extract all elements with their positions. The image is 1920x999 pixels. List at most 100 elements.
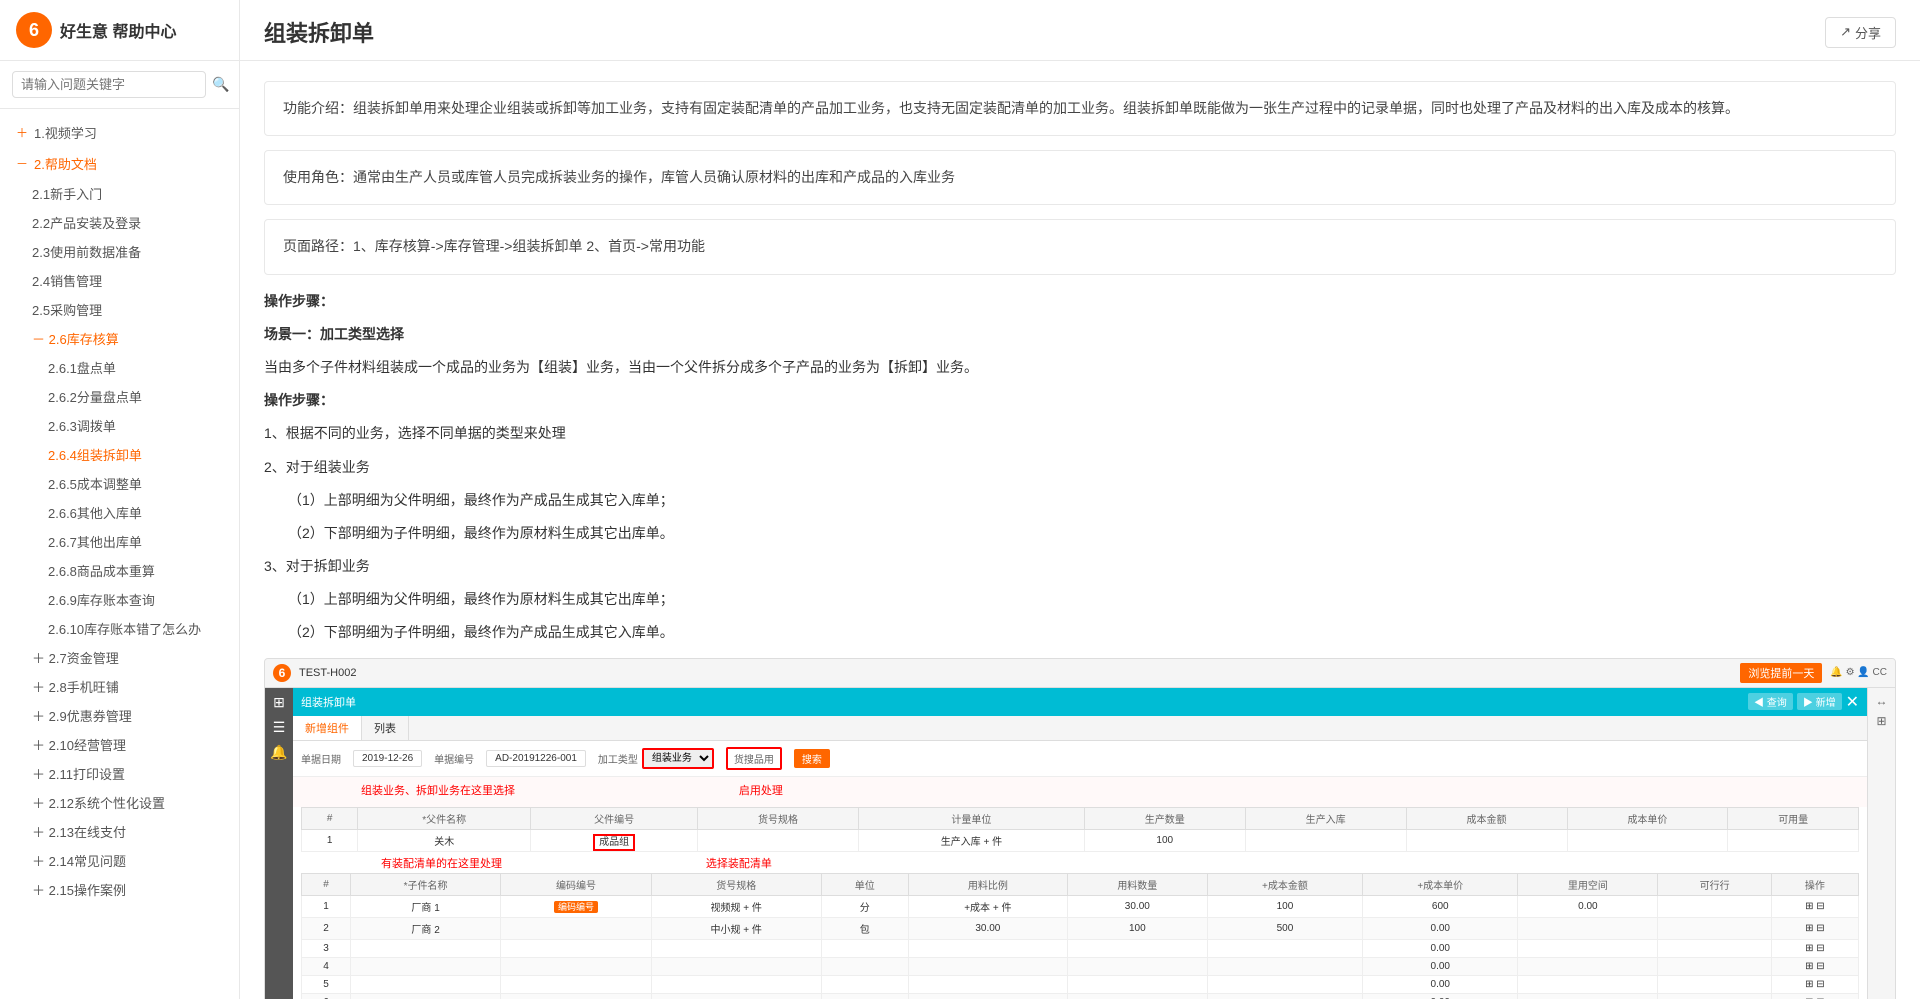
mock-close-icon[interactable]: ✕ <box>1846 692 1859 712</box>
mock-icon-list: ☰ <box>273 719 286 736</box>
sidebar-item-2.6.10[interactable]: 2.6.10库存账本错了怎么办 <box>0 614 239 643</box>
step2: 2、对于组装业务 <box>264 455 1896 480</box>
sidebar-item-2.6.2[interactable]: 2.6.2分量盘点单 <box>0 382 239 411</box>
sidebar-item-2.12[interactable]: ＋ 2.12系统个性化设置 <box>0 788 239 817</box>
nav-list: ＋ 1.视频学习 － 2.帮助文档 2.1新手入门 2.2产品安装及登录 2.3… <box>0 109 239 999</box>
annotation-enable: 启用处理 <box>739 785 783 797</box>
main-content: 功能介绍：组装拆卸单用来处理企业组装或拆卸等加工业务，支持有固定装配清单的产品加… <box>240 61 1920 999</box>
annotation-select: 选择装配清单 <box>706 858 772 870</box>
page-title: 组装拆卸单 <box>264 16 374 48</box>
mock-date-value: 2019-12-26 <box>353 750 422 767</box>
minus-icon-2.6: － <box>32 332 45 347</box>
mock-type-label: 加工类型 <box>598 751 638 766</box>
sidebar-item-2.15[interactable]: ＋ 2.15操作案例 <box>0 875 239 904</box>
step3-sub1: （1）上部明细为父件明细，最终作为原材料生成其它出库单； <box>264 587 1896 612</box>
sidebar-item-2.6.1[interactable]: 2.6.1盘点单 <box>0 353 239 382</box>
mock-form-row1: 单据日期 2019-12-26 单据编号 AD-20191226-001 加工类… <box>301 747 1859 770</box>
mock-th-unitcost: 成本单价 <box>1567 807 1728 829</box>
step2-sub2: （2）下部明细为子件明细，最终作为原材料生成其它出库单。 <box>264 521 1896 546</box>
mock-left-strip: ⊞ ☰ 🔔 <box>265 688 293 999</box>
sidebar-item-2.6.8[interactable]: 2.6.8商品成本重算 <box>0 556 239 585</box>
sidebar-item-2.10[interactable]: ＋ 2.10经营管理 <box>0 730 239 759</box>
plus-icon-2.14: ＋ <box>32 854 45 869</box>
mock-search-group: 货搜品用 <box>726 747 782 770</box>
sidebar-item-2.8[interactable]: ＋ 2.8手机旺铺 <box>0 672 239 701</box>
table-row: 1 厂商 1 编码编号 视频规 + 件 分 +成本 + 件 30.00 100 … <box>302 895 1859 917</box>
plus-icon-2.15: ＋ <box>32 883 45 898</box>
mock-code-value: AD-20191226-001 <box>486 750 586 767</box>
sidebar-item-2.2[interactable]: 2.2产品安装及登录 <box>0 208 239 237</box>
step1: 1、根据不同的业务，选择不同单据的类型来处理 <box>264 421 1896 446</box>
intro-block: 功能介绍：组装拆卸单用来处理企业组装或拆卸等加工业务，支持有固定装配清单的产品加… <box>264 81 1896 136</box>
mock-form-area: 单据日期 2019-12-26 单据编号 AD-20191226-001 加工类… <box>293 741 1867 777</box>
plus-icon-2.7: ＋ <box>32 651 45 666</box>
logo-icon: 6 <box>16 12 52 48</box>
sidebar-item-2.6.4[interactable]: 2.6.4组装拆卸单 <box>0 440 239 469</box>
mock-logo: 6 <box>273 664 291 682</box>
table-row: 3 0.00 ⊞ ⊟ <box>302 939 1859 957</box>
mock-icon-home: ⊞ <box>273 694 285 711</box>
plus-icon-2.11: ＋ <box>32 767 45 782</box>
mock-form-label-date: 单据日期 <box>301 751 341 766</box>
mock-tab-add[interactable]: 新增组件 <box>293 716 362 740</box>
mock-chrome-bar: 6 TEST-H002 浏览提前一天 🔔 ⚙ 👤 CC <box>265 659 1895 688</box>
sidebar-item-2.14[interactable]: ＋ 2.14常见问题 <box>0 846 239 875</box>
sidebar-item-2.5[interactable]: 2.5采购管理 <box>0 295 239 324</box>
mock-header-btn2: ▶ 新增 <box>1797 693 1842 710</box>
sidebar-item-2.6[interactable]: － 2.6库存核算 <box>0 324 239 353</box>
mock-type-select[interactable]: 组装业务 拆卸业务 <box>642 748 714 769</box>
sidebar-item-2.11[interactable]: ＋ 2.11打印设置 <box>0 759 239 788</box>
sidebar-item-2.6.7[interactable]: 2.6.7其他出库单 <box>0 527 239 556</box>
path-block: 页面路径：1、库存核算->库存管理->组装拆卸单 2、首页->常用功能 <box>264 219 1896 274</box>
steps-section: 操作步骤： 场景一：加工类型选择 当由多个子件材料组装成一个成品的业务为【组装】… <box>264 289 1896 646</box>
sidebar-item-2.6.9[interactable]: 2.6.9库存账本查询 <box>0 585 239 614</box>
mock-tabs: 新增组件 列表 <box>293 716 1867 741</box>
path-text: 页面路径：1、库存核算->库存管理->组装拆卸单 2、首页->常用功能 <box>283 238 705 254</box>
share-icon: ↗ <box>1840 24 1851 40</box>
mock-title: TEST-H002 <box>299 667 356 679</box>
plus-icon-2.10: ＋ <box>32 738 45 753</box>
mock-th-avail: 可用量 <box>1728 807 1859 829</box>
sidebar-item-2.3[interactable]: 2.3使用前数据准备 <box>0 237 239 266</box>
table-row: 5 0.00 ⊞ ⊟ <box>302 975 1859 993</box>
screenshot-container: 6 TEST-H002 浏览提前一天 🔔 ⚙ 👤 CC ⊞ ☰ 🔔 组装拆卸单 <box>264 658 1896 999</box>
sidebar-item-2.7[interactable]: ＋ 2.7资金管理 <box>0 643 239 672</box>
sidebar-item-2.13[interactable]: ＋ 2.13在线支付 <box>0 817 239 846</box>
sidebar-item-2.1[interactable]: 2.1新手入门 <box>0 179 239 208</box>
mock-th-name: *父件名称 <box>358 807 531 829</box>
mock-tab-list[interactable]: 列表 <box>362 716 409 740</box>
plus-icon-2.8: ＋ <box>32 680 45 695</box>
steps-label: 操作步骤： <box>264 392 334 408</box>
mock-lower-table: # *子件名称 编码编号 货号规格 单位 用料比例 用料数量 +成本金额 +成本… <box>301 873 1859 999</box>
sidebar: 6 好生意 帮助中心 🔍 ＋ 1.视频学习 － 2.帮助文档 2.1新手入门 2… <box>0 0 240 999</box>
sidebar-item-2.6.6[interactable]: 2.6.6其他入库单 <box>0 498 239 527</box>
sidebar-item-docs-label: 2.帮助文档 <box>34 154 97 173</box>
plus-icon-2.13: ＋ <box>32 825 45 840</box>
mock-th-seq: # <box>302 807 358 829</box>
sidebar-item-2.4[interactable]: 2.4销售管理 <box>0 266 239 295</box>
sidebar-item-video[interactable]: ＋ 1.视频学习 <box>0 117 239 148</box>
mock-search-btn[interactable]: 搜索 <box>794 749 830 768</box>
share-button[interactable]: ↗ 分享 <box>1825 17 1896 48</box>
search-icon[interactable]: 🔍 <box>212 76 229 93</box>
sidebar-item-2.6.3[interactable]: 2.6.3调拨单 <box>0 411 239 440</box>
mock-browse-btn[interactable]: 浏览提前一天 <box>1740 663 1822 683</box>
annotation-bom: 有装配清单的在这里处理 <box>381 858 502 870</box>
sidebar-item-2.6.5[interactable]: 2.6.5成本调整单 <box>0 469 239 498</box>
mock-header-btn1: ◀ 查询 <box>1748 693 1793 710</box>
sidebar-item-2.9[interactable]: ＋ 2.9优惠券管理 <box>0 701 239 730</box>
mock-right-icon2[interactable]: ⊞ <box>1876 714 1886 728</box>
mock-search-label: 货搜品用 <box>734 751 774 766</box>
mock-right-icon1[interactable]: ↔ <box>1876 694 1888 708</box>
mock-body: ⊞ ☰ 🔔 组装拆卸单 ◀ 查询 ▶ 新增 ✕ <box>265 688 1895 999</box>
mock-th-instock: 生产入库 <box>1245 807 1406 829</box>
sidebar-item-docs[interactable]: － 2.帮助文档 <box>0 148 239 179</box>
plus-icon-2.9: ＋ <box>32 709 45 724</box>
scene1-title: 场景一：加工类型选择 <box>264 326 404 342</box>
search-input[interactable] <box>12 71 206 98</box>
minus-icon: － <box>16 155 28 172</box>
mock-lower-table-area: # *子件名称 编码编号 货号规格 单位 用料比例 用料数量 +成本金额 +成本… <box>293 873 1867 999</box>
mock-th-unit: 计量单位 <box>858 807 1084 829</box>
intro-text: 功能介绍：组装拆卸单用来处理企业组装或拆卸等加工业务，支持有固定装配清单的产品加… <box>283 100 1739 116</box>
annotation-type: 组装业务、拆卸业务在这里选择 <box>361 785 515 797</box>
